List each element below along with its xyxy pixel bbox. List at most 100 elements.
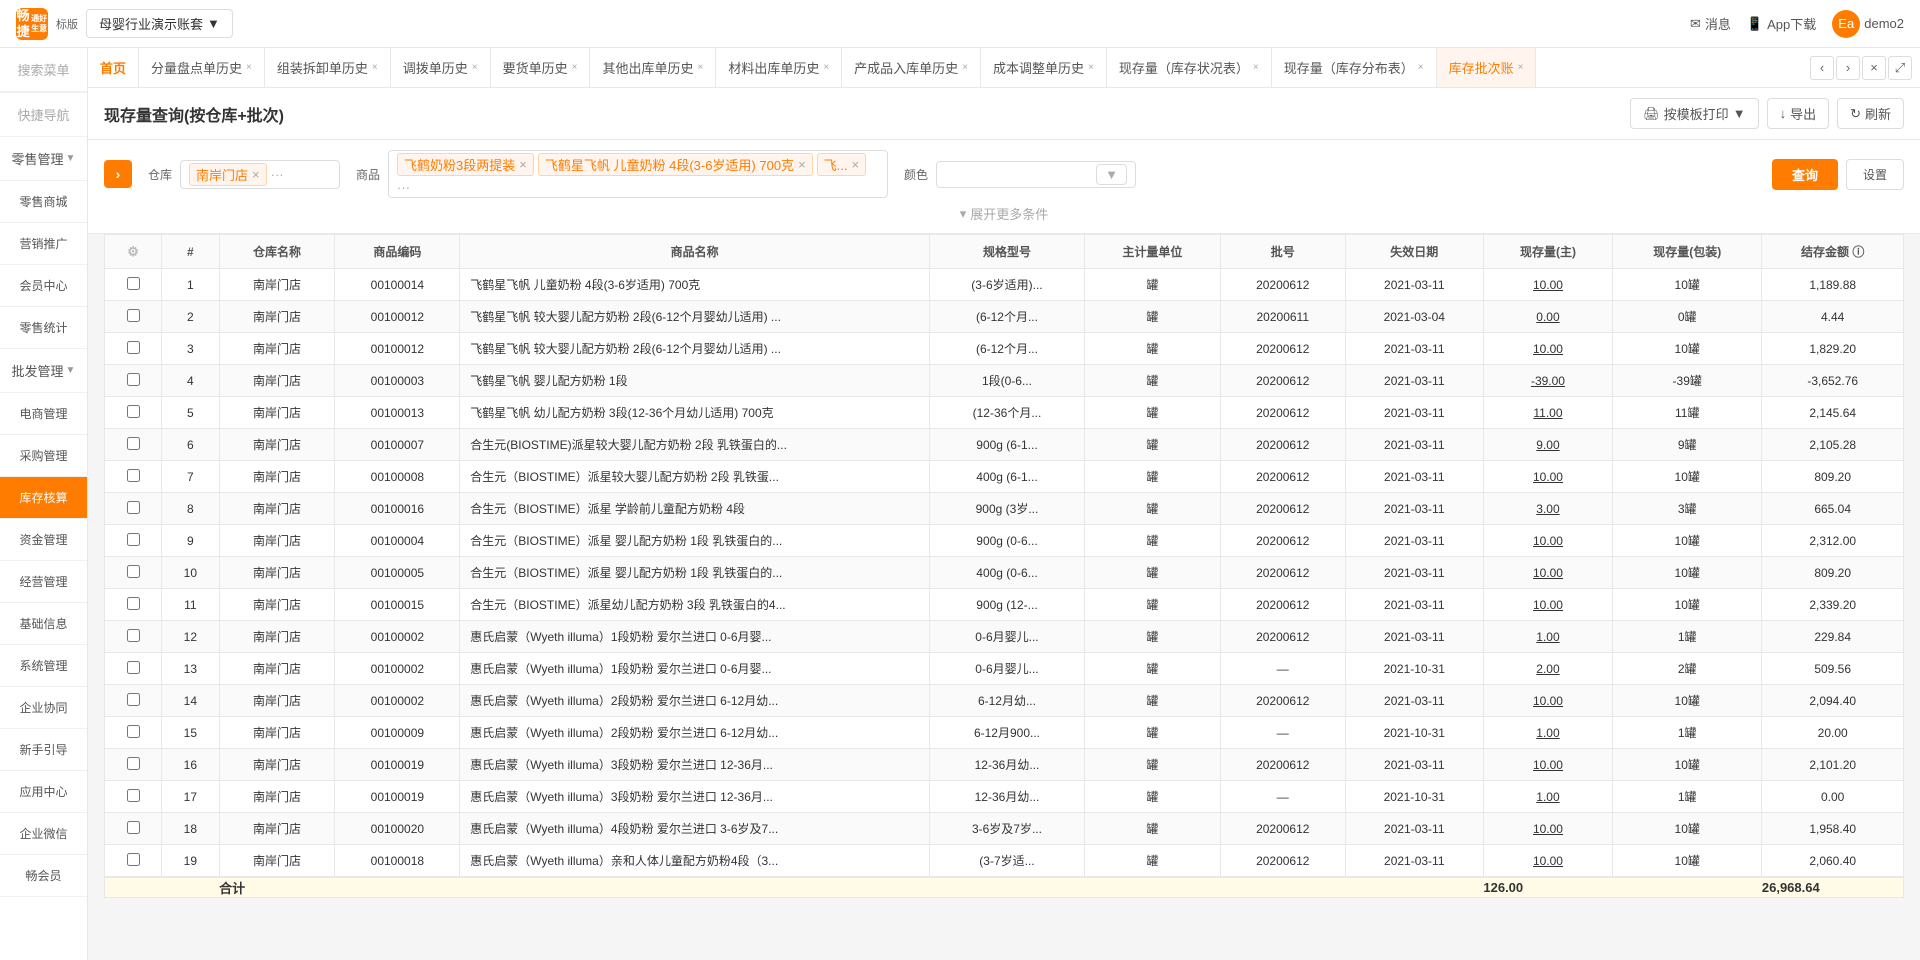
warehouse-tag-nanan[interactable]: 南岸门店 × <box>189 163 267 186</box>
row-checkbox[interactable] <box>105 301 162 333</box>
row-checkbox[interactable] <box>105 333 162 365</box>
row-qty-main[interactable]: 10.00 <box>1483 269 1612 301</box>
tab-close-inventory-dist[interactable]: × <box>1418 62 1424 73</box>
row-checkbox[interactable] <box>105 461 162 493</box>
row-qty-main[interactable]: 10.00 <box>1483 525 1612 557</box>
tab-requisition[interactable]: 要货单历史 × <box>491 48 591 88</box>
row-checkbox[interactable] <box>105 557 162 589</box>
sidebar-item-ecommerce[interactable]: 电商管理 <box>0 393 87 435</box>
sidebar-item-finance[interactable]: 资金管理 <box>0 519 87 561</box>
filter-more-dots[interactable]: ··· <box>271 167 284 182</box>
row-checkbox[interactable] <box>105 781 162 813</box>
tab-batch-voucher[interactable]: 库存批次账 × <box>1437 48 1537 88</box>
sidebar-search[interactable]: 搜索菜单 <box>0 48 87 93</box>
sidebar-item-wechat[interactable]: 企业微信 <box>0 813 87 855</box>
row-checkbox[interactable] <box>105 493 162 525</box>
sidebar-quick-nav[interactable]: 快捷导航 <box>0 93 87 137</box>
export-button[interactable]: ↓ 导出 <box>1767 98 1830 129</box>
settings-button[interactable]: 设置 <box>1846 159 1904 190</box>
refresh-button[interactable]: ↻ 刷新 <box>1837 98 1904 129</box>
row-checkbox[interactable] <box>105 365 162 397</box>
row-qty-main[interactable]: 10.00 <box>1483 749 1612 781</box>
tab-product-in[interactable]: 产成品入库单历史 × <box>842 48 981 88</box>
row-qty-main[interactable]: 10.00 <box>1483 589 1612 621</box>
filter-product-tags[interactable]: 飞鹤奶粉3段两提装 × 飞鹤星飞帆 儿童奶粉 4段(3-6岁适用) 700克 ×… <box>388 150 888 198</box>
row-qty-main[interactable]: 10.00 <box>1483 813 1612 845</box>
sidebar-item-basic-info[interactable]: 基础信息 <box>0 603 87 645</box>
row-checkbox[interactable] <box>105 653 162 685</box>
row-checkbox[interactable] <box>105 749 162 781</box>
tab-other-out[interactable]: 其他出库单历史 × <box>590 48 716 88</box>
sidebar-item-inventory[interactable]: 库存核算 <box>0 477 87 519</box>
tab-close-product-in[interactable]: × <box>962 62 968 73</box>
row-checkbox[interactable] <box>105 589 162 621</box>
row-checkbox[interactable] <box>105 525 162 557</box>
tab-disassemble[interactable]: 组装拆卸单历史 × <box>265 48 391 88</box>
product-tag-1[interactable]: 飞鹤奶粉3段两提装 × <box>397 153 534 176</box>
row-checkbox[interactable] <box>105 685 162 717</box>
product-filter-more-dots[interactable]: ··· <box>397 180 410 195</box>
row-qty-main[interactable]: 3.00 <box>1483 493 1612 525</box>
row-qty-main[interactable]: 1.00 <box>1483 621 1612 653</box>
expand-conditions-btn[interactable]: ▾ 展开更多条件 <box>104 204 1904 223</box>
col-settings[interactable]: ⚙ <box>105 235 162 269</box>
tab-inventory-count[interactable]: 分量盘点单历史 × <box>139 48 265 88</box>
tabs-next-btn[interactable]: › <box>1836 56 1860 80</box>
app-download-btn[interactable]: 📱 App下载 <box>1747 14 1816 33</box>
product-tag-2[interactable]: 飞鹤星飞帆 儿童奶粉 4段(3-6岁适用) 700克 × <box>538 153 813 176</box>
warehouse-tag-close[interactable]: × <box>252 167 260 182</box>
product-tag-3-close[interactable]: × <box>852 157 860 172</box>
tab-close-disassemble[interactable]: × <box>372 62 378 73</box>
tab-close-inventory-status[interactable]: × <box>1253 62 1259 73</box>
row-checkbox[interactable] <box>105 845 162 878</box>
sidebar-item-wholesale[interactable]: 批发管理 ▼ <box>0 349 87 393</box>
sidebar-item-free-member[interactable]: 畅会员 <box>0 855 87 897</box>
sidebar-item-operation[interactable]: 经营管理 <box>0 561 87 603</box>
industry-select[interactable]: 母婴行业演示账套 ▼ <box>86 9 233 38</box>
tabs-prev-btn[interactable]: ‹ <box>1810 56 1834 80</box>
tab-close-requisition[interactable]: × <box>572 62 578 73</box>
sidebar-item-retail-stats[interactable]: 零售统计 <box>0 307 87 349</box>
color-dropdown-btn[interactable]: ▼ <box>1096 164 1127 185</box>
sidebar-item-enterprise[interactable]: 企业协同 <box>0 687 87 729</box>
row-qty-main[interactable]: 10.00 <box>1483 685 1612 717</box>
row-qty-main[interactable]: 11.00 <box>1483 397 1612 429</box>
tab-close-material-out[interactable]: × <box>823 62 829 73</box>
message-btn[interactable]: ✉ 消息 <box>1690 14 1731 33</box>
row-qty-main[interactable]: 2.00 <box>1483 653 1612 685</box>
row-checkbox[interactable] <box>105 429 162 461</box>
tab-inventory-dist[interactable]: 现存量（库存分布表） × <box>1272 48 1437 88</box>
sidebar-item-member[interactable]: 会员中心 <box>0 265 87 307</box>
tab-close-mix[interactable]: × <box>472 62 478 73</box>
row-qty-main[interactable]: 9.00 <box>1483 429 1612 461</box>
filter-expand-btn[interactable]: › <box>104 160 132 188</box>
row-checkbox[interactable] <box>105 813 162 845</box>
sidebar-item-purchase[interactable]: 采购管理 <box>0 435 87 477</box>
row-checkbox[interactable] <box>105 397 162 429</box>
filter-color-input[interactable]: ▼ <box>936 161 1136 188</box>
row-qty-main[interactable]: 1.00 <box>1483 781 1612 813</box>
row-qty-main[interactable]: 1.00 <box>1483 717 1612 749</box>
row-qty-main[interactable]: 10.00 <box>1483 333 1612 365</box>
query-button[interactable]: 查询 <box>1772 159 1838 190</box>
tab-close-cost-adjust[interactable]: × <box>1088 62 1094 73</box>
sidebar-item-guide[interactable]: 新手引导 <box>0 729 87 771</box>
product-tag-2-close[interactable]: × <box>798 157 806 172</box>
sidebar-item-retail-mgmt[interactable]: 零售管理 ▼ <box>0 137 87 181</box>
print-button[interactable]: 🖨 按模板打印 ▼ <box>1630 98 1758 129</box>
tab-material-out[interactable]: 材料出库单历史 × <box>716 48 842 88</box>
tab-mix[interactable]: 调拨单历史 × <box>391 48 491 88</box>
row-checkbox[interactable] <box>105 621 162 653</box>
row-qty-main[interactable]: 10.00 <box>1483 557 1612 589</box>
sidebar-item-app-center[interactable]: 应用中心 <box>0 771 87 813</box>
tab-home[interactable]: 首页 <box>88 48 139 88</box>
row-qty-main[interactable]: 0.00 <box>1483 301 1612 333</box>
row-checkbox[interactable] <box>105 269 162 301</box>
sidebar-item-system[interactable]: 系统管理 <box>0 645 87 687</box>
sidebar-item-retail-shop[interactable]: 零售商城 <box>0 181 87 223</box>
row-qty-main[interactable]: 10.00 <box>1483 461 1612 493</box>
product-tag-3[interactable]: 飞... × <box>817 153 866 176</box>
filter-warehouse-tags[interactable]: 南岸门店 × ··· <box>180 160 340 189</box>
tab-close-other-out[interactable]: × <box>697 62 703 73</box>
tabs-close-all-btn[interactable]: × <box>1862 56 1886 80</box>
